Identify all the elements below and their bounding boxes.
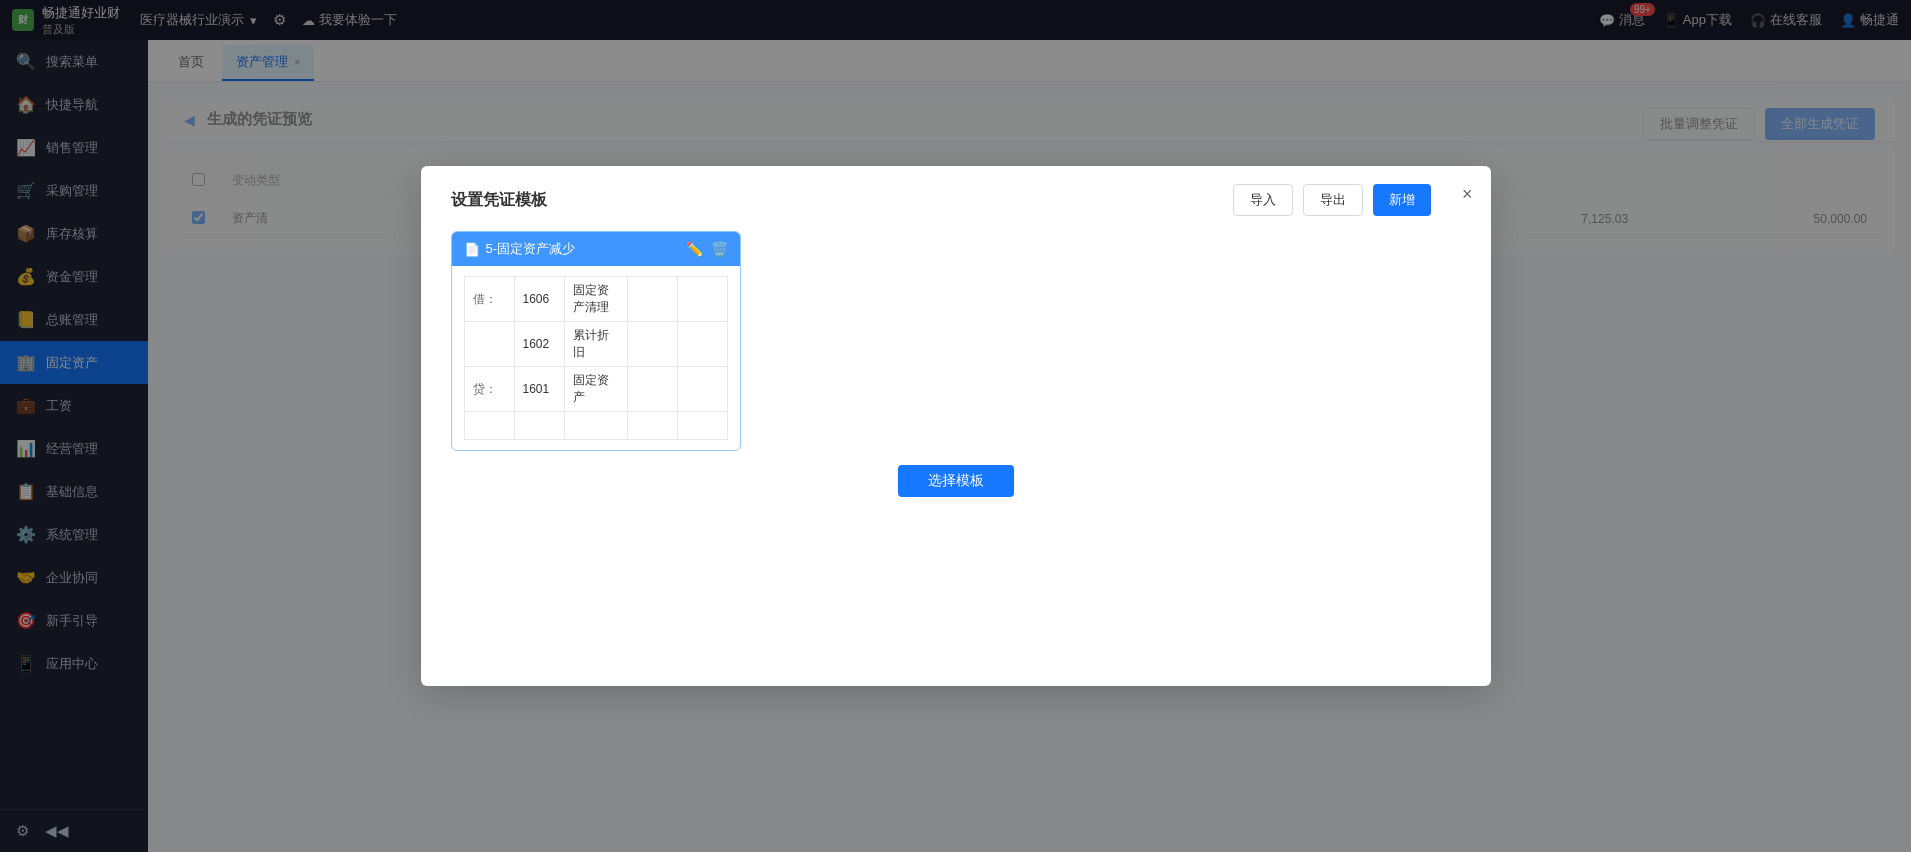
- dialog-action-buttons: 导入 导出 新增: [1233, 184, 1431, 216]
- template-entry-row-2: 贷： 1601 固定资产: [464, 367, 727, 412]
- entry-debit-2: [627, 367, 677, 412]
- template-select-area: 选择模板: [451, 465, 1461, 497]
- template-name: 5-固定资产减少: [486, 240, 576, 258]
- entry-code-0: 1606: [514, 277, 564, 322]
- template-card-header: 📄 5-固定资产减少 ✏️ 🗑️: [452, 232, 740, 266]
- entry-name-1: 累计折旧: [564, 322, 627, 367]
- template-card-header-right: ✏️ 🗑️: [686, 241, 728, 257]
- template-list: 📄 5-固定资产减少 ✏️ 🗑️: [451, 231, 1461, 451]
- entry-side-1: [464, 322, 514, 367]
- entry-debit-1: [627, 322, 677, 367]
- template-entry-row-3: [464, 412, 727, 440]
- entry-credit-0: [677, 277, 727, 322]
- content-area: 首页 资产管理 × ◀ 生成的凭证预览 批量调整凭证 全部生成凭证: [148, 40, 1911, 852]
- template-entries-table: 借： 1606 固定资产清理: [464, 276, 728, 440]
- template-card-body: 借： 1606 固定资产清理: [452, 266, 740, 450]
- new-template-button[interactable]: 新增: [1373, 184, 1431, 216]
- entry-side-0: 借：: [464, 277, 514, 322]
- entry-credit-1: [677, 322, 727, 367]
- export-button[interactable]: 导出: [1303, 184, 1363, 216]
- entry-name-2: 固定资产: [564, 367, 627, 412]
- entry-credit-2: [677, 367, 727, 412]
- dialog-close-button[interactable]: ×: [1462, 184, 1473, 205]
- dialog-set-template: 设置凭证模板 × 导入 导出 新增 📄: [421, 166, 1491, 686]
- template-card-5: 📄 5-固定资产减少 ✏️ 🗑️: [451, 231, 741, 451]
- template-entry-row-0: 借： 1606 固定资产清理: [464, 277, 727, 322]
- select-template-button[interactable]: 选择模板: [898, 465, 1014, 497]
- template-edit-icon[interactable]: ✏️: [686, 241, 703, 257]
- entry-name-0: 固定资产清理: [564, 277, 627, 322]
- page-content: ◀ 生成的凭证预览 批量调整凭证 全部生成凭证 变动类型: [148, 82, 1911, 852]
- entry-code-2: 1601: [514, 367, 564, 412]
- entry-code-1: 1602: [514, 322, 564, 367]
- dialog-overlay: 设置凭证模板 × 导入 导出 新增 📄: [148, 82, 1911, 852]
- template-doc-icon: 📄: [464, 242, 480, 257]
- import-button[interactable]: 导入: [1233, 184, 1293, 216]
- template-delete-icon[interactable]: 🗑️: [711, 241, 728, 257]
- entry-side-2: 贷：: [464, 367, 514, 412]
- template-card-header-left: 📄 5-固定资产减少: [464, 240, 576, 258]
- template-entry-row-1: 1602 累计折旧: [464, 322, 727, 367]
- entry-debit-0: [627, 277, 677, 322]
